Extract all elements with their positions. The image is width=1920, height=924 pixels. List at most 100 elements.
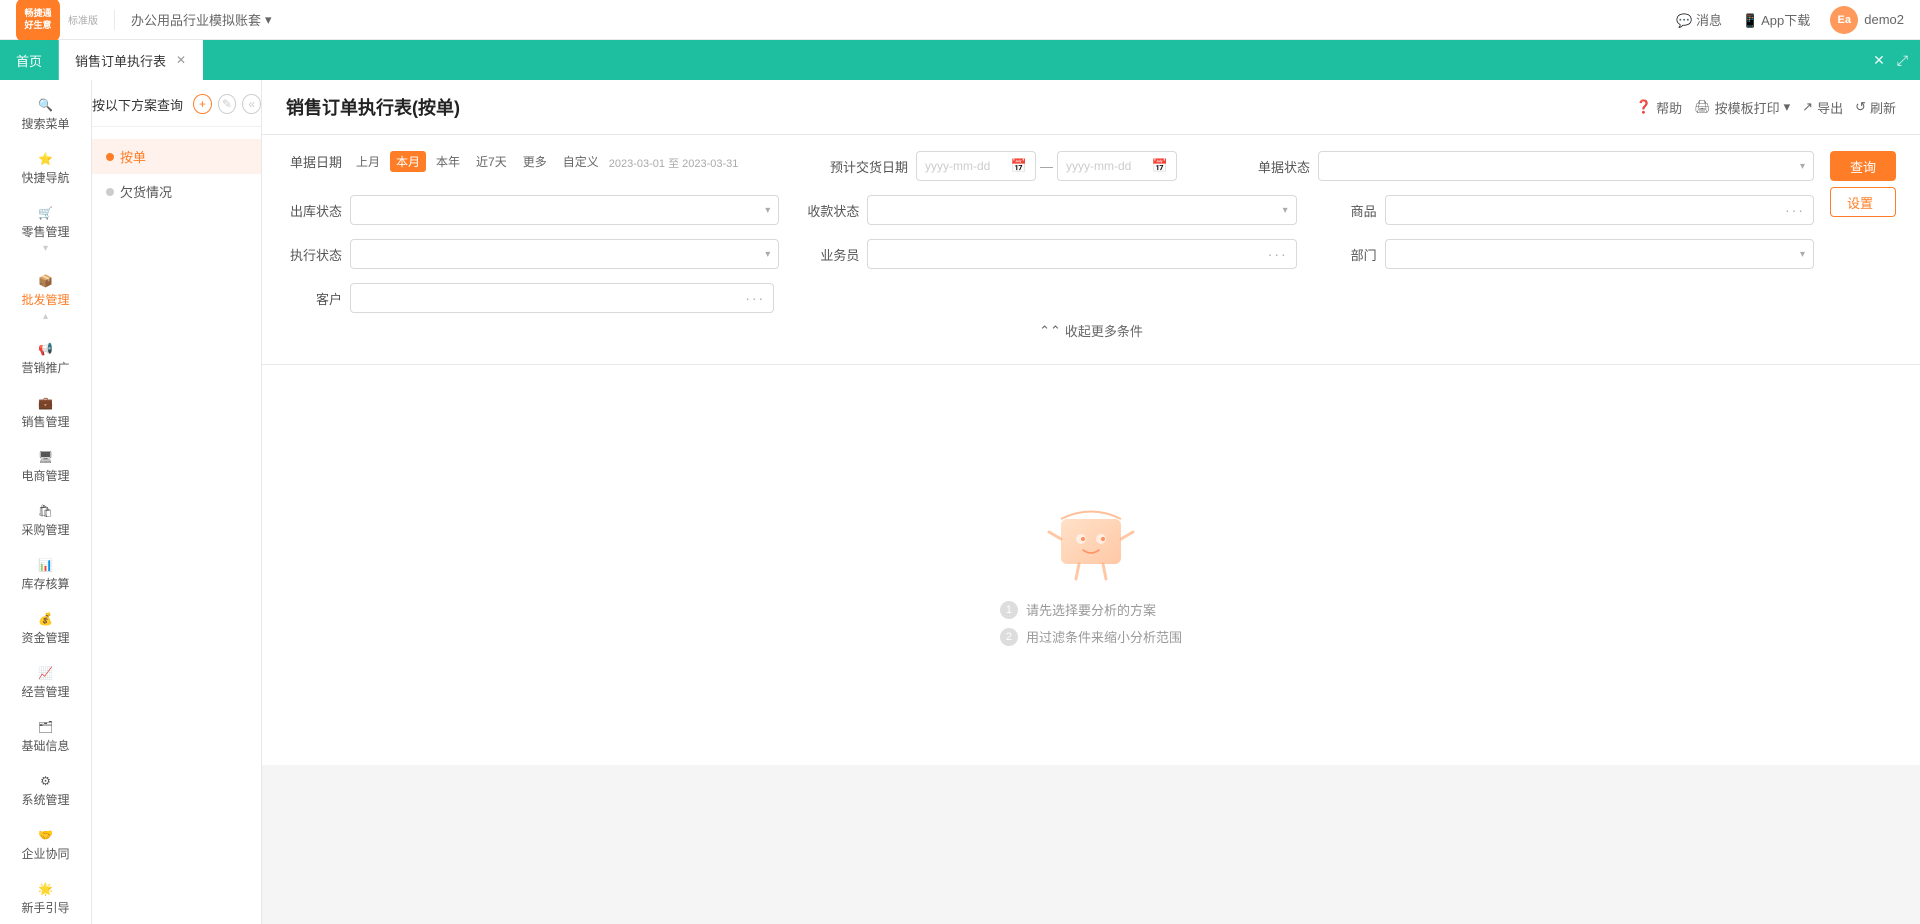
sidebar-item-finance[interactable]: 💰 资金管理 (0, 602, 91, 656)
status-label: 单据状态 (1254, 157, 1310, 176)
tab-close-window-icon[interactable]: ✕ (1873, 52, 1885, 69)
tab-close-btn[interactable]: ✕ (176, 53, 186, 67)
salesperson-select[interactable]: ··· (867, 239, 1296, 269)
tab-sales-execution[interactable]: 销售订单执行表 ✕ (59, 40, 203, 80)
print-label: 按模板打印 (1715, 98, 1780, 117)
date-tab-more[interactable]: 更多 (517, 151, 553, 172)
logo-line2: 好生意 (24, 20, 51, 32)
filter-row-4: 客户 ··· (286, 283, 1814, 313)
message-label: 消息 (1696, 13, 1722, 28)
dept-select[interactable]: ▾ (1385, 239, 1814, 269)
user-name: demo2 (1864, 12, 1904, 27)
sidebar-item-basic[interactable]: 🗂 基础信息 (0, 710, 91, 764)
exec-select[interactable]: ▾ (350, 239, 779, 269)
sidebar-purchase-label: 采购管理 (21, 521, 69, 538)
sidebar-item-operation[interactable]: 📈 经营管理 (0, 656, 91, 710)
sidebar-item-inventory[interactable]: 📊 库存核算 (0, 548, 91, 602)
sidebar-item-wholesale[interactable]: 📦 批发管理 ▴ (0, 264, 91, 332)
help-btn[interactable]: ❓ 帮助 (1636, 98, 1682, 117)
filter-group-status: 单据状态 ▾ (1254, 151, 1814, 181)
sidebar-item-enterprise[interactable]: 🤝 企业协同 (0, 818, 91, 872)
date-tab-custom[interactable]: 自定义 (557, 151, 605, 172)
tab-home[interactable]: 首页 (0, 40, 59, 80)
sidebar-item-ecommerce[interactable]: 🖥 电商管理 (0, 440, 91, 494)
sidebar-operation-label: 经营管理 (21, 683, 69, 700)
help-icon: ❓ (1636, 99, 1652, 115)
sidebar: 🔍 搜索菜单 ⭐ 快捷导航 🛒 零售管理 ▾ 📦 批发管理 ▴ 📢 营销推广 💼… (0, 80, 92, 924)
sidebar-search[interactable]: 🔍 搜索菜单 (0, 88, 91, 142)
filter-area: 单据日期 上月 本月 本年 近7天 更多 自定义 (262, 135, 1920, 365)
collapse-btn[interactable]: ⌃⌃ 收起更多条件 (1039, 321, 1143, 340)
date-tab-thisyear[interactable]: 本年 (430, 151, 466, 172)
sidebar-item-purchase[interactable]: 🛍 采购管理 (0, 494, 91, 548)
sidebar-wholesale-label: 批发管理 (21, 291, 69, 308)
settings-btn-label: 设置 (1847, 193, 1873, 212)
edit-scheme-btn[interactable]: ✎ (218, 94, 237, 114)
sidebar-item-sales[interactable]: 💼 销售管理 (0, 386, 91, 440)
filter-group-customer: 客户 ··· (286, 283, 774, 313)
collapse-row: ⌃⌃ 收起更多条件 (286, 313, 1896, 348)
message-btn[interactable]: 💬 消息 (1676, 10, 1722, 29)
sidebar-quicknav-label: 快捷导航 (21, 169, 69, 186)
payment-select[interactable]: ▾ (867, 195, 1296, 225)
customer-dots-icon: ··· (745, 290, 765, 306)
sidebar-quick-nav[interactable]: ⭐ 快捷导航 (0, 142, 91, 196)
add-scheme-btn[interactable]: + (193, 94, 212, 114)
sidebar-retail-label: 零售管理 (21, 223, 69, 240)
breadcrumb-text: 办公用品行业模拟账套 (131, 10, 261, 29)
sidebar-search-label: 搜索菜单 (21, 115, 69, 132)
date-tab-lastmonth[interactable]: 上月 (350, 151, 386, 172)
refresh-btn[interactable]: ↺ 刷新 (1855, 98, 1896, 117)
empty-state: 1 请先选择要分析的方案 2 用过滤条件来缩小分析范围 (262, 365, 1920, 765)
sidebar-item-newbie[interactable]: 🌟 新手引导 (0, 872, 91, 924)
scheme-item-qiankuan[interactable]: 欠货情况 (92, 174, 261, 209)
customer-select[interactable]: ··· (350, 283, 774, 313)
shipment-select[interactable]: ▾ (350, 195, 779, 225)
collapse-label: 收起更多条件 (1065, 321, 1143, 340)
filter-group-shipment: 出库状态 ▾ (286, 195, 779, 225)
goods-label: 商品 (1321, 201, 1377, 220)
sidebar-item-retail[interactable]: 🛒 零售管理 ▾ (0, 196, 91, 264)
inventory-icon: 📊 (38, 558, 53, 572)
query-btn[interactable]: 查询 (1830, 151, 1896, 181)
export-icon: ↗ (1802, 99, 1813, 115)
date-tab-thismonth[interactable]: 本月 (390, 151, 426, 172)
app-download-btn[interactable]: 📱 App下载 (1742, 10, 1810, 29)
collapse-scheme-btn[interactable]: « (242, 94, 261, 114)
filter-inner: 单据日期 上月 本月 本年 近7天 更多 自定义 (286, 151, 1814, 313)
top-header: 畅捷通 好生意 标准版 办公用品行业模拟账套 ▾ 💬 消息 📱 App下载 Ea… (0, 0, 1920, 40)
expected-date-start[interactable]: yyyy-mm-dd 📅 (916, 151, 1036, 181)
sales-icon: 💼 (38, 396, 53, 410)
user-area[interactable]: Ea demo2 (1830, 6, 1904, 34)
filter-row-3: 执行状态 ▾ 业务员 ··· (286, 239, 1814, 269)
print-btn[interactable]: 🖨 按模板打印 ▾ (1694, 98, 1790, 117)
expected-date-label: 预计交货日期 (830, 157, 908, 176)
help-label: 帮助 (1656, 98, 1682, 117)
calendar-end-icon: 📅 (1152, 158, 1168, 174)
exec-chevron-icon: ▾ (765, 249, 770, 260)
sidebar-item-system[interactable]: ⚙ 系统管理 (0, 764, 91, 818)
app-logo: 畅捷通 好生意 (16, 0, 60, 42)
message-icon: 💬 (1676, 13, 1692, 28)
expected-date-start-text: yyyy-mm-dd (925, 159, 990, 173)
scheme-qiankuan-label: 欠货情况 (120, 182, 172, 201)
sidebar-item-marketing[interactable]: 📢 营销推广 (0, 332, 91, 386)
settings-btn[interactable]: 设置 (1830, 187, 1896, 217)
payment-label: 收款状态 (803, 201, 859, 220)
purchase-icon: 🛍 (38, 504, 53, 518)
shipment-chevron-icon: ▾ (765, 205, 770, 216)
filter-group-goods: 商品 ··· (1321, 195, 1814, 225)
date-tab-last7[interactable]: 近7天 (470, 151, 513, 172)
empty-tips: 1 请先选择要分析的方案 2 用过滤条件来缩小分析范围 (1000, 600, 1182, 646)
retail-icon: 🛒 (38, 206, 53, 220)
breadcrumb-arrow: ▾ (265, 12, 272, 28)
breadcrumb-selector[interactable]: 办公用品行业模拟账套 ▾ (131, 10, 272, 29)
tab-expand-icon[interactable]: ⤢ (1897, 52, 1908, 69)
export-btn[interactable]: ↗ 导出 (1802, 98, 1843, 117)
filter-group-expected-date: 预计交货日期 yyyy-mm-dd 📅 — yyyy-mm-dd 📅 (830, 151, 1230, 181)
scheme-item-anpan[interactable]: 按单 (92, 139, 261, 174)
status-select[interactable]: ▾ (1318, 151, 1814, 181)
expected-date-end[interactable]: yyyy-mm-dd 📅 (1057, 151, 1177, 181)
tab-bar-actions: ✕ ⤢ (1873, 52, 1920, 69)
goods-select[interactable]: ··· (1385, 195, 1814, 225)
